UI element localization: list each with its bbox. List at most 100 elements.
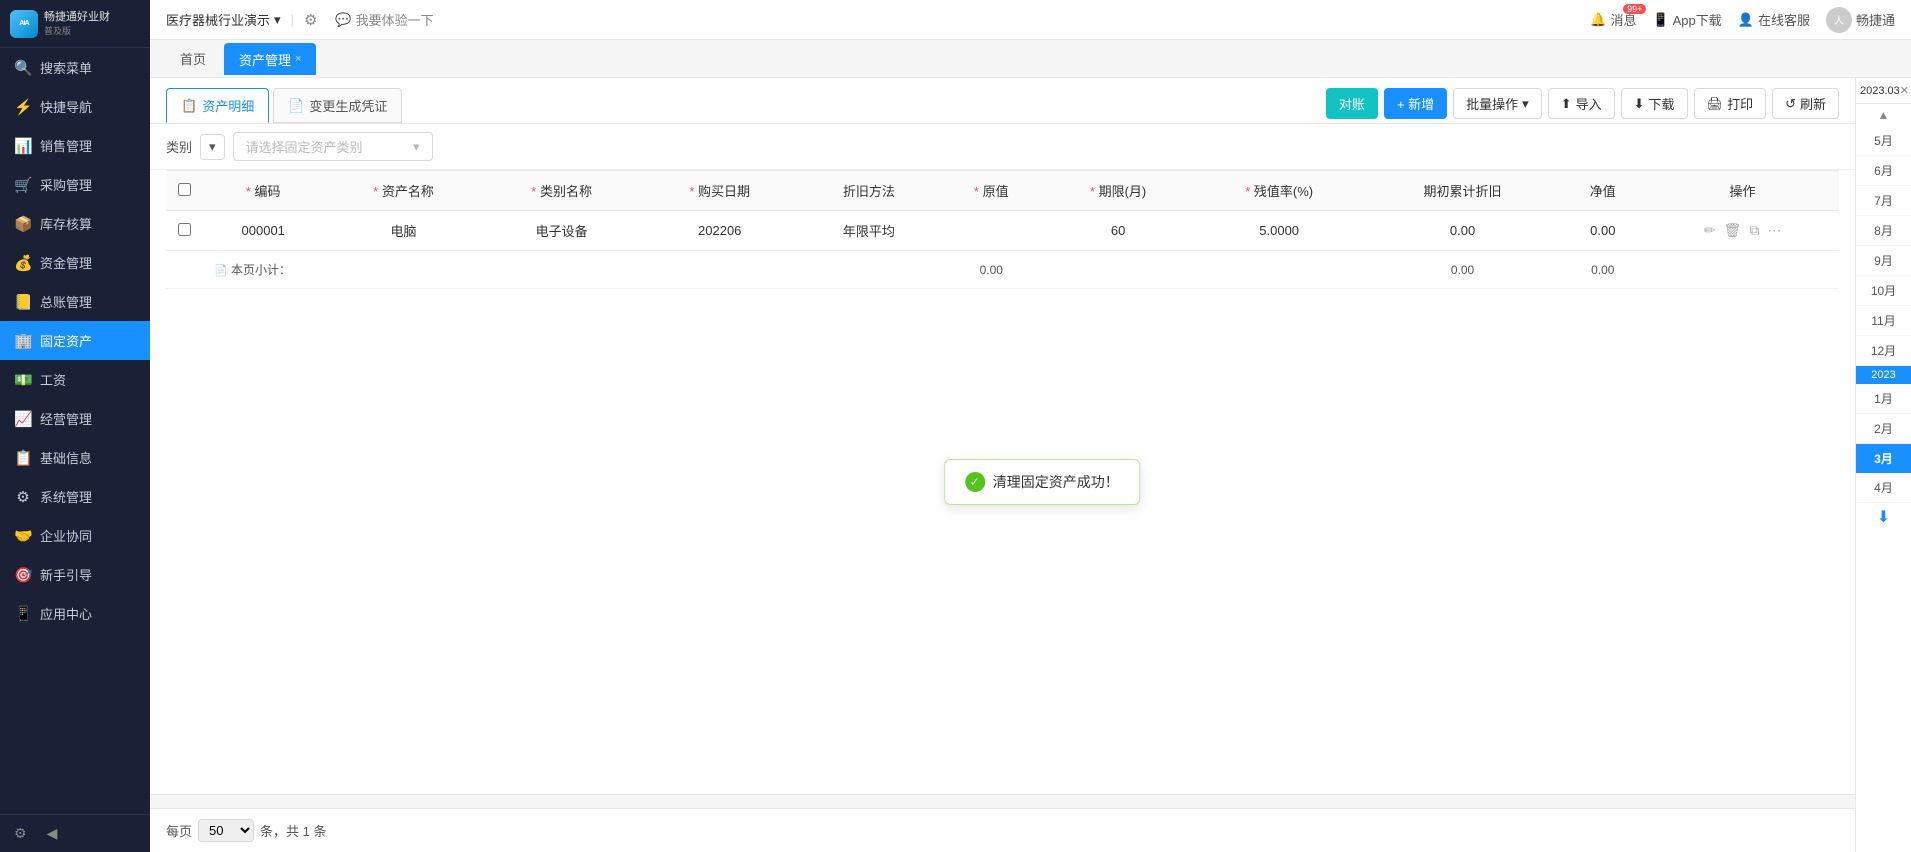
- quick-nav-icon: ⚡: [14, 98, 32, 116]
- print-button[interactable]: 🖨 打印: [1694, 88, 1767, 119]
- row-checkbox[interactable]: [178, 223, 191, 236]
- sidebar-item-app-center[interactable]: 📱应用中心: [0, 594, 150, 633]
- online-service-button[interactable]: 👤 在线客服: [1738, 10, 1810, 29]
- timeline-month-12月[interactable]: 12月: [1856, 336, 1911, 366]
- user-menu[interactable]: 人 畅捷通: [1826, 7, 1895, 33]
- timeline-month-2月[interactable]: 2月: [1856, 414, 1911, 444]
- tab-home[interactable]: 首页: [166, 43, 220, 74]
- delete-icon[interactable]: 🗑: [1724, 222, 1742, 239]
- subtab-asset-detail[interactable]: 📋 资产明细: [166, 88, 269, 123]
- header-name: 资产名称: [324, 171, 482, 211]
- sidebar-label-purchase: 采购管理: [40, 175, 92, 194]
- sidebar-item-basic-info[interactable]: 📋基础信息: [0, 438, 150, 477]
- tabbar: 首页 资产管理 ×: [150, 40, 1911, 78]
- collapse-icon[interactable]: ◀: [47, 825, 58, 842]
- sidebar-item-sales[interactable]: 📊销售管理: [0, 126, 150, 165]
- sidebar-label-finance: 资金管理: [40, 253, 92, 272]
- timeline-month-8月[interactable]: 8月: [1856, 216, 1911, 246]
- experience-button[interactable]: 💬 我要体验一下: [335, 10, 433, 29]
- sidebar-item-purchase[interactable]: 🛒采购管理: [0, 165, 150, 204]
- bell-icon: 🔔: [1590, 12, 1606, 28]
- table-body: 000001 电脑 电子设备 202206 年限平均 60 5.0000 0.0…: [166, 211, 1839, 289]
- subtab-voucher[interactable]: 📄 变更生成凭证: [273, 88, 402, 123]
- sidebar-logo: AtA 畅捷通好业财 普及版: [0, 0, 150, 48]
- tab-asset-management[interactable]: 资产管理 ×: [224, 43, 316, 75]
- guide-icon: 🎯: [14, 566, 32, 584]
- timeline-scroll[interactable]: ▲ 5月6月7月8月9月10月11月12月20231月2月3月4月 ⬇: [1856, 104, 1911, 852]
- row-checkbox-cell[interactable]: [166, 211, 202, 251]
- subtab-bar: 📋 资产明细 📄 变更生成凭证 对账 + 新增 批量操作 ▾ ⬆: [150, 78, 1855, 124]
- sidebar-label-app-center: 应用中心: [40, 604, 92, 623]
- add-button[interactable]: + 新增: [1384, 88, 1447, 119]
- header-period: 期限(月): [1044, 171, 1193, 211]
- asset-table: 编码 资产名称 类别名称 购买日期 折旧方法 原值 期限(月) 残值率(%) 期…: [166, 170, 1839, 289]
- header-depreciation-method: 折旧方法: [799, 171, 939, 211]
- sidebar-item-ledger[interactable]: 📒总账管理: [0, 282, 150, 321]
- refresh-button[interactable]: ↺ 刷新: [1772, 88, 1839, 119]
- table-header-row: 编码 资产名称 类别名称 购买日期 折旧方法 原值 期限(月) 残值率(%) 期…: [166, 171, 1839, 211]
- pagination: 每页 50 10 20 100 条，共 1 条: [150, 808, 1855, 852]
- batch-dropdown-icon: ▾: [1522, 96, 1529, 112]
- timeline-month-3月[interactable]: 3月: [1856, 444, 1911, 473]
- timeline-month-9月[interactable]: 9月: [1856, 246, 1911, 276]
- sidebar-item-fixed-assets[interactable]: 🏢固定资产: [0, 321, 150, 360]
- timeline-month-1月[interactable]: 1月: [1856, 384, 1911, 414]
- batch-button[interactable]: 批量操作 ▾: [1453, 88, 1542, 119]
- topbar-settings-icon[interactable]: ⚙: [304, 11, 317, 29]
- dropdown-icon: ▾: [274, 12, 281, 28]
- settings-icon[interactable]: ⚙: [14, 825, 27, 842]
- select-all-checkbox[interactable]: [178, 183, 191, 196]
- more-icon[interactable]: ⋯: [1767, 222, 1781, 239]
- timeline-close-icon[interactable]: ✕: [1900, 84, 1909, 97]
- import-button[interactable]: ⬆ 导入: [1548, 88, 1615, 119]
- download-button[interactable]: ⬇ 下载: [1621, 88, 1688, 119]
- sidebar-item-cooperation[interactable]: 🤝企业协同: [0, 516, 150, 555]
- category-filter-input[interactable]: 请选择固定资产类别 ▾: [233, 132, 433, 161]
- finance-icon: 💰: [14, 254, 32, 272]
- category-filter-select[interactable]: ▾: [200, 134, 225, 160]
- timeline-month-7月[interactable]: 7月: [1856, 186, 1911, 216]
- ledger-icon: 📒: [14, 293, 32, 311]
- timeline-month-4月[interactable]: 4月: [1856, 473, 1911, 503]
- logo-icon: AtA: [10, 10, 38, 38]
- sidebar-item-management[interactable]: 📈经营管理: [0, 399, 150, 438]
- app-download-button[interactable]: 📱 App下载: [1652, 10, 1721, 29]
- sidebar-item-inventory[interactable]: 📦库存核算: [0, 204, 150, 243]
- subtotal-row: 📄 本页小计： 0.00 0.00 0.00: [166, 251, 1839, 289]
- header-net-value: 净值: [1559, 171, 1646, 211]
- timeline-month-6月[interactable]: 6月: [1856, 156, 1911, 186]
- row-depreciation-method: 年限平均: [799, 211, 939, 251]
- header-original-value: 原值: [939, 171, 1044, 211]
- table-wrapper[interactable]: 编码 资产名称 类别名称 购买日期 折旧方法 原值 期限(月) 残值率(%) 期…: [150, 170, 1855, 794]
- topbar-right: 🔔 消息 99+ 📱 App下载 👤 在线客服 人 畅捷通: [1590, 7, 1895, 33]
- nav-down-icon[interactable]: ⬇: [1877, 507, 1890, 527]
- reconcile-button[interactable]: 对账: [1326, 88, 1378, 119]
- company-selector[interactable]: 医疗器械行业演示 ▾: [166, 10, 281, 29]
- timeline-nav-down: ⬇: [1856, 503, 1911, 531]
- header-accumulated-depreciation: 期初累计折旧: [1366, 171, 1560, 211]
- header-purchase-date: 购买日期: [641, 171, 799, 211]
- sidebar-item-quick-nav[interactable]: ⚡快捷导航: [0, 87, 150, 126]
- inventory-icon: 📦: [14, 215, 32, 233]
- total-label: 条，共 1 条: [260, 821, 326, 840]
- horizontal-scrollbar[interactable]: [150, 794, 1855, 808]
- header-category: 类别名称: [483, 171, 641, 211]
- sidebar-item-search[interactable]: 🔍搜索菜单: [0, 48, 150, 87]
- per-page-select[interactable]: 50 10 20 100: [198, 819, 254, 842]
- timeline-month-5月[interactable]: 5月: [1856, 126, 1911, 156]
- notifications-button[interactable]: 🔔 消息 99+: [1590, 10, 1636, 29]
- sidebar-item-system[interactable]: ⚙系统管理: [0, 477, 150, 516]
- tab-close-icon[interactable]: ×: [295, 53, 301, 65]
- timeline-month-10月[interactable]: 10月: [1856, 276, 1911, 306]
- header-checkbox-cell[interactable]: [166, 171, 202, 211]
- timeline-month-11月[interactable]: 11月: [1856, 306, 1911, 336]
- copy-icon[interactable]: ⧉: [1749, 222, 1759, 239]
- subtotal-original: 0.00: [939, 251, 1044, 289]
- sidebar-item-payroll[interactable]: 💵工资: [0, 360, 150, 399]
- timeline-months: 5月6月7月8月9月10月11月12月20231月2月3月4月: [1856, 126, 1911, 503]
- nav-up-icon[interactable]: ▲: [1878, 108, 1890, 122]
- sidebar-item-finance[interactable]: 💰 资金管理: [0, 243, 150, 282]
- edit-icon[interactable]: ✏: [1704, 222, 1716, 239]
- row-category: 电子设备: [483, 211, 641, 251]
- sidebar-item-guide[interactable]: 🎯新手引导: [0, 555, 150, 594]
